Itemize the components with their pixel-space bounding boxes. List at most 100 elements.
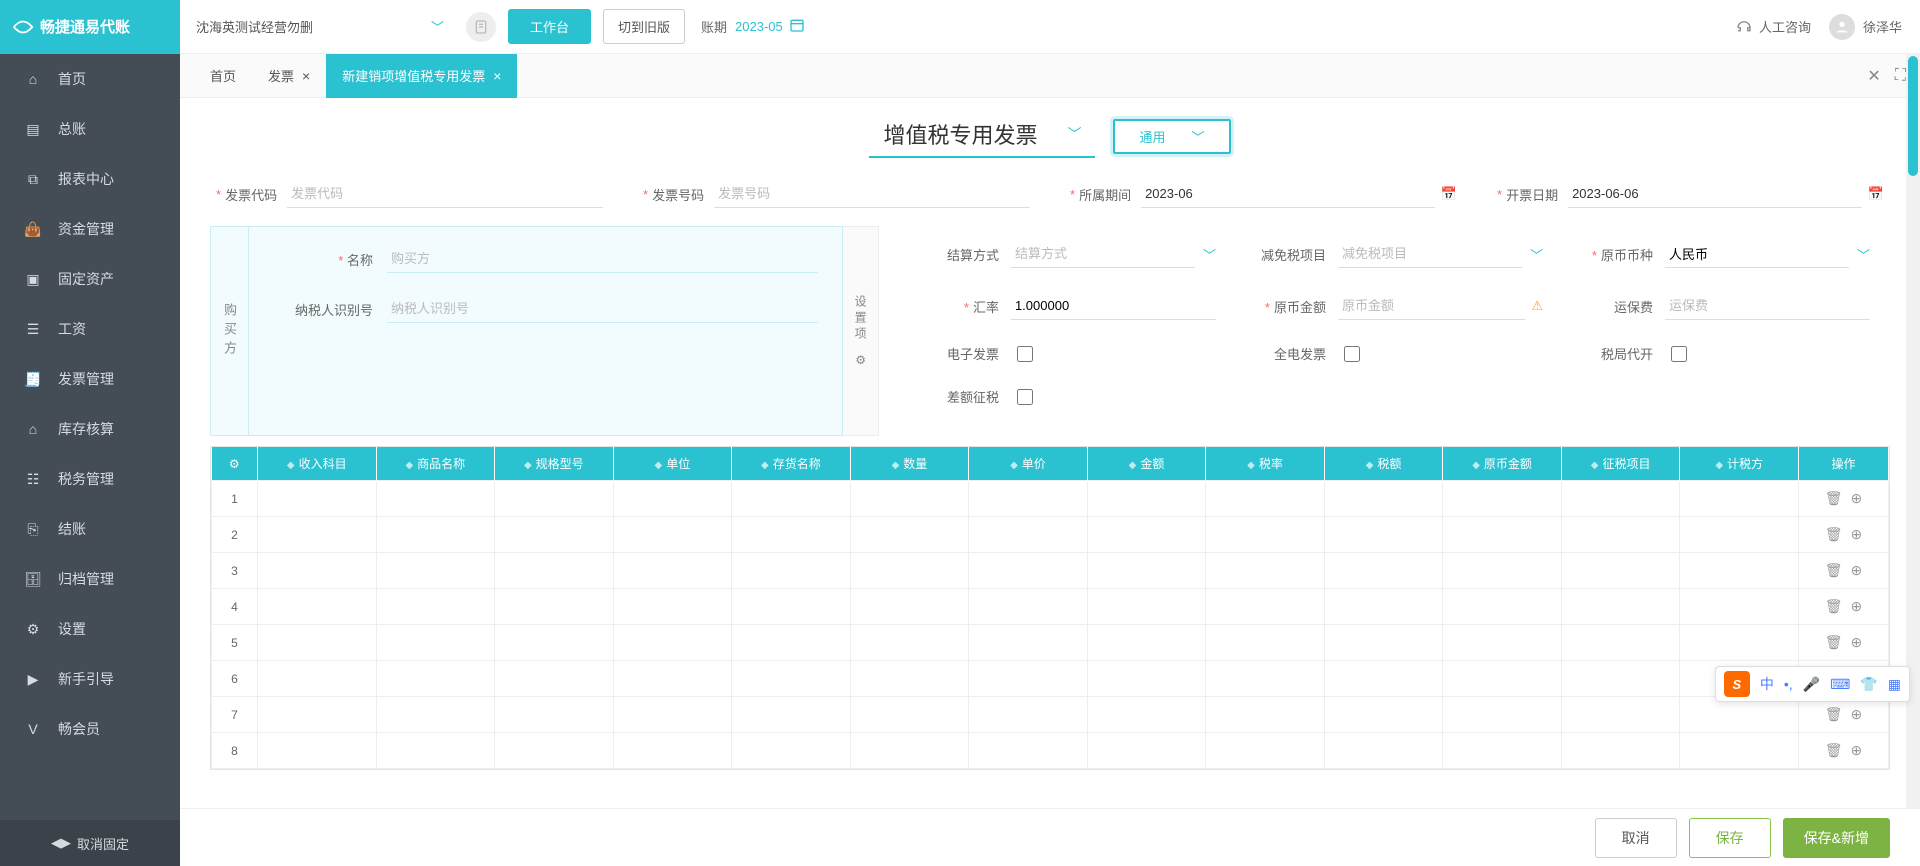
cell[interactable] <box>1206 697 1325 733</box>
col-income[interactable]: ◆收入科目 <box>258 447 377 481</box>
save-and-new-button[interactable]: 保存&新增 <box>1783 818 1890 858</box>
table-row[interactable]: 2🗑⊕ <box>212 517 1889 553</box>
cell[interactable] <box>1324 697 1443 733</box>
sidebar-item-salary[interactable]: ☰工资 <box>0 304 180 354</box>
cell[interactable] <box>258 589 377 625</box>
close-icon[interactable]: × <box>493 68 501 84</box>
sidebar-item-closebook[interactable]: ⎘结账 <box>0 504 180 554</box>
cell[interactable] <box>1561 517 1680 553</box>
buyer-taxid-input[interactable] <box>387 295 818 323</box>
chevron-down-icon[interactable]: ﹀ <box>1857 245 1870 264</box>
add-icon[interactable]: ⊕ <box>1851 526 1863 542</box>
save-button[interactable]: 保存 <box>1689 818 1771 858</box>
cell[interactable] <box>850 553 969 589</box>
cell[interactable] <box>1443 589 1562 625</box>
cell[interactable] <box>969 625 1088 661</box>
cancel-button[interactable]: 取消 <box>1595 818 1677 858</box>
cell[interactable] <box>1443 481 1562 517</box>
date-input[interactable] <box>1568 180 1862 208</box>
delete-icon[interactable]: 🗑 <box>1825 562 1843 578</box>
cell[interactable] <box>850 589 969 625</box>
fullscreen-icon[interactable]: ⛶ <box>1895 67 1906 85</box>
buyer-name-input[interactable] <box>387 245 818 273</box>
cell[interactable] <box>850 517 969 553</box>
cell[interactable] <box>1206 733 1325 769</box>
cell[interactable] <box>495 517 614 553</box>
cell[interactable] <box>495 733 614 769</box>
cell[interactable] <box>969 661 1088 697</box>
col-inventory[interactable]: ◆存货名称 <box>732 447 851 481</box>
cell[interactable] <box>732 661 851 697</box>
add-icon[interactable]: ⊕ <box>1851 562 1863 578</box>
cell[interactable] <box>1324 481 1443 517</box>
cell[interactable] <box>1206 481 1325 517</box>
sidebar-item-home[interactable]: ⌂首页 <box>0 54 180 104</box>
cell[interactable] <box>969 517 1088 553</box>
cell[interactable] <box>850 481 969 517</box>
cell[interactable] <box>1087 733 1206 769</box>
add-icon[interactable]: ⊕ <box>1851 634 1863 650</box>
ime-keyboard-icon[interactable]: ⌨ <box>1830 676 1850 693</box>
cell[interactable] <box>969 589 1088 625</box>
cell[interactable] <box>732 553 851 589</box>
cell[interactable] <box>1680 625 1799 661</box>
tab-new-invoice[interactable]: 新建销项增值税专用发票× <box>326 54 517 98</box>
currency-input[interactable] <box>1665 240 1849 268</box>
cell[interactable] <box>1087 697 1206 733</box>
cell[interactable] <box>376 553 495 589</box>
cell[interactable] <box>732 517 851 553</box>
cell[interactable] <box>613 625 732 661</box>
table-row[interactable]: 3🗑⊕ <box>212 553 1889 589</box>
cell[interactable] <box>1561 625 1680 661</box>
cell[interactable] <box>258 517 377 553</box>
ime-mic-icon[interactable]: 🎤 <box>1803 676 1820 693</box>
invoice-number-input[interactable] <box>714 180 1030 208</box>
cell[interactable] <box>1680 589 1799 625</box>
cell[interactable] <box>1206 517 1325 553</box>
ime-lang[interactable]: 中 <box>1760 674 1774 694</box>
sidebar-item-invoice[interactable]: 🧾发票管理 <box>0 354 180 404</box>
cell[interactable] <box>1324 625 1443 661</box>
settlement-input[interactable] <box>1011 240 1195 268</box>
cell[interactable] <box>1206 589 1325 625</box>
invoice-code-input[interactable] <box>287 180 603 208</box>
cell[interactable] <box>1087 625 1206 661</box>
cell[interactable] <box>1561 697 1680 733</box>
cell[interactable] <box>969 697 1088 733</box>
orig-amount-input[interactable] <box>1338 292 1525 320</box>
doc-icon-button[interactable] <box>466 12 496 42</box>
cell[interactable] <box>258 661 377 697</box>
ime-punct-icon[interactable]: •, <box>1784 676 1793 692</box>
delete-icon[interactable]: 🗑 <box>1825 526 1843 542</box>
cell[interactable] <box>376 625 495 661</box>
col-orig-amount[interactable]: ◆原币金额 <box>1443 447 1562 481</box>
invoice-type-select[interactable]: 通用 ﹀ <box>1113 119 1230 154</box>
cell[interactable] <box>613 553 732 589</box>
cell[interactable] <box>376 517 495 553</box>
cell[interactable] <box>1206 625 1325 661</box>
cell[interactable] <box>613 517 732 553</box>
cell[interactable] <box>1443 697 1562 733</box>
delete-icon[interactable]: 🗑 <box>1825 706 1843 722</box>
cell[interactable] <box>1324 733 1443 769</box>
col-product[interactable]: ◆商品名称 <box>376 447 495 481</box>
close-all-icon[interactable]: ✕ <box>1867 66 1880 86</box>
calendar-icon[interactable]: 📅 <box>1868 186 1884 202</box>
col-spec[interactable]: ◆规格型号 <box>495 447 614 481</box>
cell[interactable] <box>1561 481 1680 517</box>
col-tax-item[interactable]: ◆征税项目 <box>1561 447 1680 481</box>
delete-icon[interactable]: 🗑 <box>1825 742 1843 758</box>
delete-icon[interactable]: 🗑 <box>1825 490 1843 506</box>
table-row[interactable]: 5🗑⊕ <box>212 625 1889 661</box>
sidebar-item-settings[interactable]: ⚙设置 <box>0 604 180 654</box>
cell[interactable] <box>732 481 851 517</box>
cell[interactable] <box>1087 589 1206 625</box>
table-row[interactable]: 6🗑⊕ <box>212 661 1889 697</box>
cell[interactable] <box>1324 589 1443 625</box>
cell[interactable] <box>850 661 969 697</box>
cell[interactable] <box>969 733 1088 769</box>
cell[interactable] <box>1680 733 1799 769</box>
add-icon[interactable]: ⊕ <box>1851 490 1863 506</box>
cell[interactable] <box>613 697 732 733</box>
cell[interactable] <box>495 661 614 697</box>
